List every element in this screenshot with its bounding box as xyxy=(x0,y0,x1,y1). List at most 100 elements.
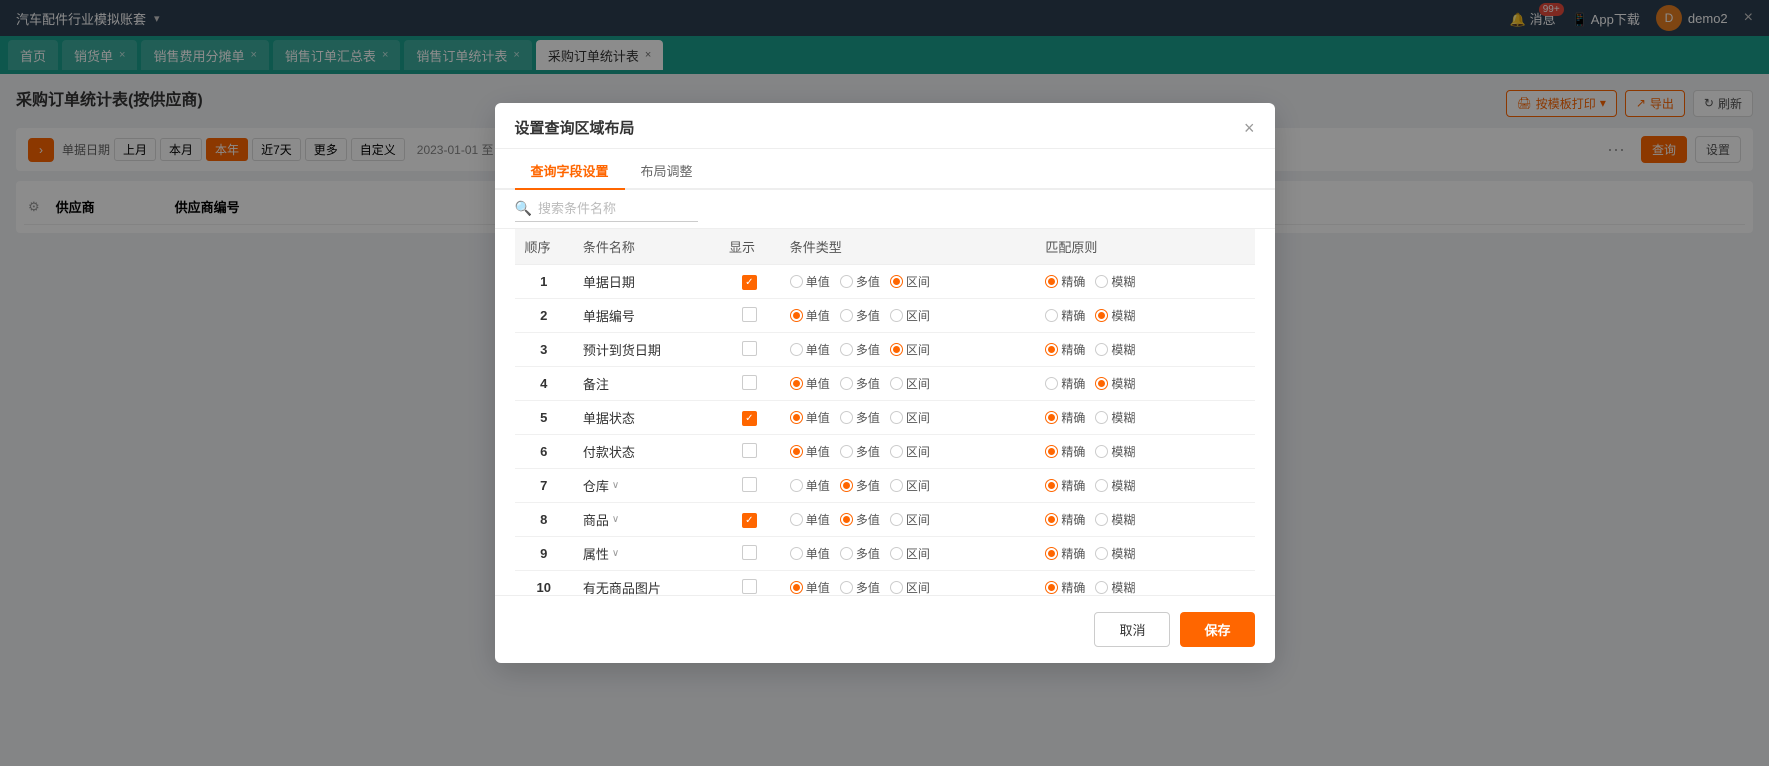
match-radio-exact-8[interactable]: 精确 xyxy=(1045,511,1085,528)
match-radio-fuzzy-2[interactable]: 模糊 xyxy=(1095,307,1135,324)
type-radio-range-7[interactable]: 区间 xyxy=(890,477,930,494)
match-radio-exact-10[interactable]: 精确 xyxy=(1045,579,1085,595)
radio-indicator xyxy=(1045,581,1058,594)
show-checkbox-6[interactable] xyxy=(742,443,757,458)
dialog-close-btn[interactable]: × xyxy=(1244,119,1255,137)
match-radio-fuzzy-9[interactable]: 模糊 xyxy=(1095,545,1135,562)
radio-indicator xyxy=(1045,275,1058,288)
match-radio-exact-5[interactable]: 精确 xyxy=(1045,409,1085,426)
match-radio-fuzzy-6[interactable]: 模糊 xyxy=(1095,443,1135,460)
type-radio-multi-2[interactable]: 多值 xyxy=(840,307,880,324)
show-checkbox-5[interactable] xyxy=(742,411,757,426)
match-radio-fuzzy-8[interactable]: 模糊 xyxy=(1095,511,1135,528)
match-radio-fuzzy-4[interactable]: 模糊 xyxy=(1095,375,1135,392)
match-radio-fuzzy-10[interactable]: 模糊 xyxy=(1095,579,1135,595)
type-radio-single-8[interactable]: 单值 xyxy=(790,511,830,528)
row-order-10: 10 xyxy=(515,571,573,596)
match-radio-exact-4[interactable]: 精确 xyxy=(1045,375,1085,392)
row-type-10: 单值多值区间 xyxy=(780,571,1036,596)
radio-indicator xyxy=(1045,479,1058,492)
type-radio-single-4[interactable]: 单值 xyxy=(790,375,830,392)
type-radio-single-9[interactable]: 单值 xyxy=(790,545,830,562)
type-radio-multi-10[interactable]: 多值 xyxy=(840,579,880,595)
type-radio-single-5[interactable]: 单值 xyxy=(790,409,830,426)
match-radio-fuzzy-5[interactable]: 模糊 xyxy=(1095,409,1135,426)
row-type-1: 单值多值区间 xyxy=(780,265,1036,299)
radio-indicator xyxy=(890,513,903,526)
type-radio-range-4[interactable]: 区间 xyxy=(890,375,930,392)
match-radio-exact-2[interactable]: 精确 xyxy=(1045,307,1085,324)
radio-indicator xyxy=(890,581,903,594)
type-radio-multi-1[interactable]: 多值 xyxy=(840,273,880,290)
type-radio-range-1[interactable]: 区间 xyxy=(890,273,930,290)
type-radio-multi-3[interactable]: 多值 xyxy=(840,341,880,358)
row-show-9[interactable] xyxy=(719,537,780,571)
type-radio-range-8[interactable]: 区间 xyxy=(890,511,930,528)
row-show-5[interactable] xyxy=(719,401,780,435)
match-radio-exact-3[interactable]: 精确 xyxy=(1045,341,1085,358)
row-name-4: 备注 xyxy=(573,367,719,401)
show-checkbox-4[interactable] xyxy=(742,375,757,390)
radio-indicator xyxy=(840,343,853,356)
type-radio-multi-7[interactable]: 多值 xyxy=(840,477,880,494)
show-checkbox-1[interactable] xyxy=(742,275,757,290)
type-radio-range-9[interactable]: 区间 xyxy=(890,545,930,562)
type-radio-multi-9[interactable]: 多值 xyxy=(840,545,880,562)
row-show-4[interactable] xyxy=(719,367,780,401)
search-input[interactable] xyxy=(538,201,698,216)
type-radio-single-2[interactable]: 单值 xyxy=(790,307,830,324)
row-name-7: 仓库 ∨ xyxy=(573,469,719,503)
search-wrap: 🔍 xyxy=(515,200,698,222)
row-show-7[interactable] xyxy=(719,469,780,503)
expand-icon[interactable]: ∨ xyxy=(612,548,619,559)
type-radio-multi-5[interactable]: 多值 xyxy=(840,409,880,426)
radio-indicator xyxy=(790,513,803,526)
row-show-2[interactable] xyxy=(719,299,780,333)
dialog-header: 设置查询区域布局 × xyxy=(495,103,1275,149)
type-radio-range-3[interactable]: 区间 xyxy=(890,341,930,358)
type-radio-single-3[interactable]: 单值 xyxy=(790,341,830,358)
dialog-tab-layout[interactable]: 布局调整 xyxy=(625,153,709,190)
radio-indicator xyxy=(1095,377,1108,390)
type-radio-range-6[interactable]: 区间 xyxy=(890,443,930,460)
row-show-8[interactable] xyxy=(719,503,780,537)
match-radio-exact-7[interactable]: 精确 xyxy=(1045,477,1085,494)
type-radio-multi-4[interactable]: 多值 xyxy=(840,375,880,392)
show-checkbox-8[interactable] xyxy=(742,513,757,528)
type-radio-multi-8[interactable]: 多值 xyxy=(840,511,880,528)
row-show-10[interactable] xyxy=(719,571,780,596)
row-show-6[interactable] xyxy=(719,435,780,469)
filter-table-scroll[interactable]: 1单据日期单值多值区间精确模糊2单据编号单值多值区间精确模糊3预计到货日期单值多… xyxy=(495,265,1275,595)
match-radio-fuzzy-1[interactable]: 模糊 xyxy=(1095,273,1135,290)
type-radio-single-6[interactable]: 单值 xyxy=(790,443,830,460)
type-radio-range-2[interactable]: 区间 xyxy=(890,307,930,324)
type-radio-single-7[interactable]: 单值 xyxy=(790,477,830,494)
radio-indicator xyxy=(790,309,803,322)
show-checkbox-7[interactable] xyxy=(742,477,757,492)
show-checkbox-9[interactable] xyxy=(742,545,757,560)
save-btn[interactable]: 保存 xyxy=(1180,612,1254,647)
show-checkbox-3[interactable] xyxy=(742,341,757,356)
match-radio-fuzzy-7[interactable]: 模糊 xyxy=(1095,477,1135,494)
row-order-5: 5 xyxy=(515,401,573,435)
type-radio-range-5[interactable]: 区间 xyxy=(890,409,930,426)
match-radio-fuzzy-3[interactable]: 模糊 xyxy=(1095,341,1135,358)
row-show-1[interactable] xyxy=(719,265,780,299)
expand-icon[interactable]: ∨ xyxy=(612,514,619,525)
row-order-1: 1 xyxy=(515,265,573,299)
match-radio-exact-6[interactable]: 精确 xyxy=(1045,443,1085,460)
row-show-3[interactable] xyxy=(719,333,780,367)
type-radio-range-10[interactable]: 区间 xyxy=(890,579,930,595)
radio-indicator xyxy=(890,445,903,458)
type-radio-single-10[interactable]: 单值 xyxy=(790,579,830,595)
cancel-btn[interactable]: 取消 xyxy=(1094,612,1170,647)
expand-icon[interactable]: ∨ xyxy=(612,480,619,491)
dialog-tab-fields[interactable]: 查询字段设置 xyxy=(515,153,625,190)
match-radio-exact-9[interactable]: 精确 xyxy=(1045,545,1085,562)
type-radio-multi-6[interactable]: 多值 xyxy=(840,443,880,460)
show-checkbox-2[interactable] xyxy=(742,307,757,322)
show-checkbox-10[interactable] xyxy=(742,579,757,594)
row-order-8: 8 xyxy=(515,503,573,537)
match-radio-exact-1[interactable]: 精确 xyxy=(1045,273,1085,290)
type-radio-single-1[interactable]: 单值 xyxy=(790,273,830,290)
